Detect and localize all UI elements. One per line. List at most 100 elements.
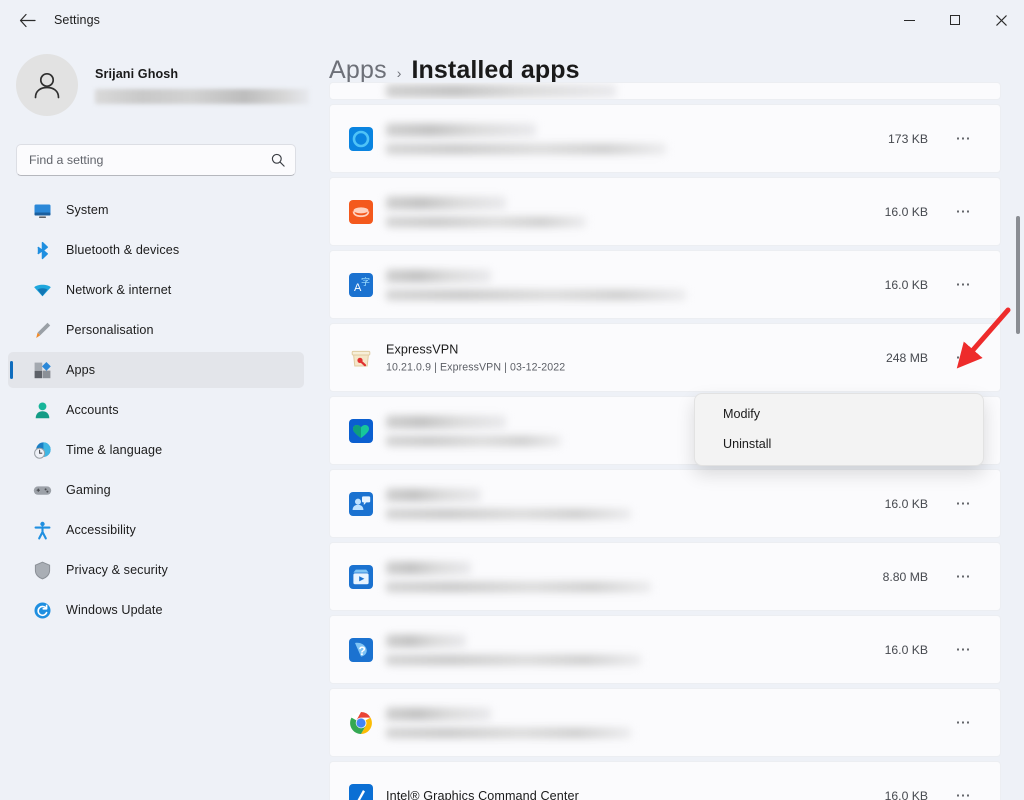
title-bar: Settings	[0, 0, 1024, 40]
update-refresh-icon	[32, 600, 52, 620]
user-avatar-icon	[34, 72, 60, 99]
paintbrush-icon	[32, 320, 52, 340]
maximize-icon	[950, 15, 960, 25]
app-menu-button[interactable]: ⋯	[950, 564, 978, 590]
table-row[interactable]: Intel® Graphics Command Center 16.0 KB ⋯	[329, 761, 1001, 800]
accessibility-person-icon	[32, 520, 52, 540]
app-name-redacted	[386, 561, 471, 574]
sidebar-item-gaming[interactable]: Gaming	[8, 472, 304, 508]
app-name-redacted	[386, 707, 491, 720]
maximize-button[interactable]	[932, 0, 978, 40]
chevron-right-icon: ›	[396, 65, 402, 81]
sidebar-item-privacy-security[interactable]: Privacy & security	[8, 552, 304, 588]
minimize-button[interactable]	[886, 0, 932, 40]
sidebar-item-label: Apps	[66, 363, 96, 377]
svg-text:?: ?	[359, 644, 366, 658]
app-menu-button[interactable]: ⋯	[950, 199, 978, 225]
chrome-icon	[346, 708, 376, 738]
sidebar-item-accounts[interactable]: Accounts	[8, 392, 304, 428]
app-name-redacted	[386, 488, 481, 501]
app-meta-redacted	[386, 143, 666, 154]
breadcrumb: Apps › Installed apps	[329, 56, 580, 85]
close-icon	[995, 14, 1007, 26]
context-menu: Modify Uninstall	[694, 393, 984, 466]
app-size: 16.0 KB	[884, 496, 928, 511]
app-name-redacted	[386, 634, 466, 647]
minimize-icon	[903, 19, 915, 21]
app-meta-redacted	[386, 508, 631, 519]
app-menu-button[interactable]: ⋯	[950, 710, 978, 736]
bluetooth-icon	[32, 240, 52, 260]
app-text	[386, 561, 651, 592]
app-meta-redacted	[386, 654, 641, 665]
app-text	[386, 634, 641, 665]
people-chat-icon	[346, 489, 376, 519]
app-menu-button[interactable]: ⋯	[950, 272, 978, 298]
shield-icon	[32, 560, 52, 580]
app-name-redacted	[386, 196, 506, 209]
table-row[interactable]: ? 16.0 KB ⋯	[329, 615, 1001, 684]
wifi-icon	[32, 280, 52, 300]
context-menu-item-modify[interactable]: Modify	[695, 399, 983, 429]
table-row[interactable]	[329, 82, 1001, 100]
app-size: 173 KB	[888, 131, 928, 146]
monitor-icon	[32, 200, 52, 220]
app-text	[386, 196, 586, 227]
app-size: 248 MB	[885, 350, 928, 365]
table-row[interactable]: ⋯	[329, 688, 1001, 757]
app-menu-button[interactable]: ⋯	[950, 491, 978, 517]
table-row[interactable]: A 字 16.0 KB ⋯	[329, 250, 1001, 319]
sidebar-item-label: Personalisation	[66, 323, 154, 337]
sidebar-item-network-internet[interactable]: Network & internet	[8, 272, 304, 308]
sidebar-item-label: System	[66, 203, 109, 217]
page-title: Installed apps	[411, 56, 580, 84]
sidebar-item-time-language[interactable]: Time & language	[8, 432, 304, 468]
avatar	[16, 54, 78, 116]
user-profile[interactable]: Srijani Ghosh	[16, 54, 309, 116]
sidebar-item-accessibility[interactable]: Accessibility	[8, 512, 304, 548]
profile-name: Srijani Ghosh	[95, 66, 179, 81]
sidebar-item-bluetooth-devices[interactable]: Bluetooth & devices	[8, 232, 304, 268]
table-row[interactable]: 173 KB ⋯	[329, 104, 1001, 173]
table-row[interactable]: 16.0 KB ⋯	[329, 177, 1001, 246]
sidebar-item-system[interactable]: System	[8, 192, 304, 228]
table-row[interactable]: 16.0 KB ⋯	[329, 469, 1001, 538]
back-button[interactable]	[10, 5, 44, 35]
app-text	[386, 415, 561, 446]
table-row[interactable]: 8.80 MB ⋯	[329, 542, 1001, 611]
close-button[interactable]	[978, 0, 1024, 40]
sidebar-item-personalisation[interactable]: Personalisation	[8, 312, 304, 348]
apps-grid-icon	[32, 360, 52, 380]
app-text	[386, 269, 686, 300]
app-name-redacted	[386, 269, 491, 282]
app-text	[386, 707, 631, 738]
intel-icon	[346, 781, 376, 800]
green-heart-icon	[346, 416, 376, 446]
context-menu-item-uninstall[interactable]: Uninstall	[695, 429, 983, 459]
app-menu-button[interactable]: ⋯	[950, 637, 978, 663]
app-menu-button[interactable]: ⋯	[950, 126, 978, 152]
person-icon	[32, 400, 52, 420]
app-meta: 10.21.0.9 | ExpressVPN | 03-12-2022	[386, 361, 566, 373]
app-menu-button[interactable]: ⋯	[950, 783, 978, 800]
search-input[interactable]	[29, 153, 271, 167]
app-text	[386, 84, 616, 98]
sidebar-item-apps[interactable]: Apps	[8, 352, 304, 388]
sidebar-item-label: Time & language	[66, 443, 163, 457]
app-menu-button-expressvpn[interactable]: ⋯	[950, 345, 978, 371]
app-text: Intel® Graphics Command Center	[386, 789, 579, 800]
breadcrumb-parent[interactable]: Apps	[329, 56, 387, 85]
blue-circle-icon	[346, 124, 376, 154]
scrollbar-thumb[interactable]	[1016, 216, 1020, 334]
table-row-expressvpn[interactable]: ExpressVPN 10.21.0.9 | ExpressVPN | 03-1…	[329, 323, 1001, 392]
help-question-icon: ?	[346, 635, 376, 665]
app-meta-redacted	[386, 727, 631, 738]
app-size: 16.0 KB	[884, 204, 928, 219]
search-box[interactable]	[16, 144, 296, 176]
expressvpn-icon	[346, 343, 376, 373]
app-size: 16.0 KB	[884, 277, 928, 292]
search-icon	[271, 153, 285, 167]
sidebar-item-windows-update[interactable]: Windows Update	[8, 592, 304, 628]
app-meta-redacted	[386, 435, 561, 446]
scrollbar[interactable]	[1016, 140, 1020, 800]
